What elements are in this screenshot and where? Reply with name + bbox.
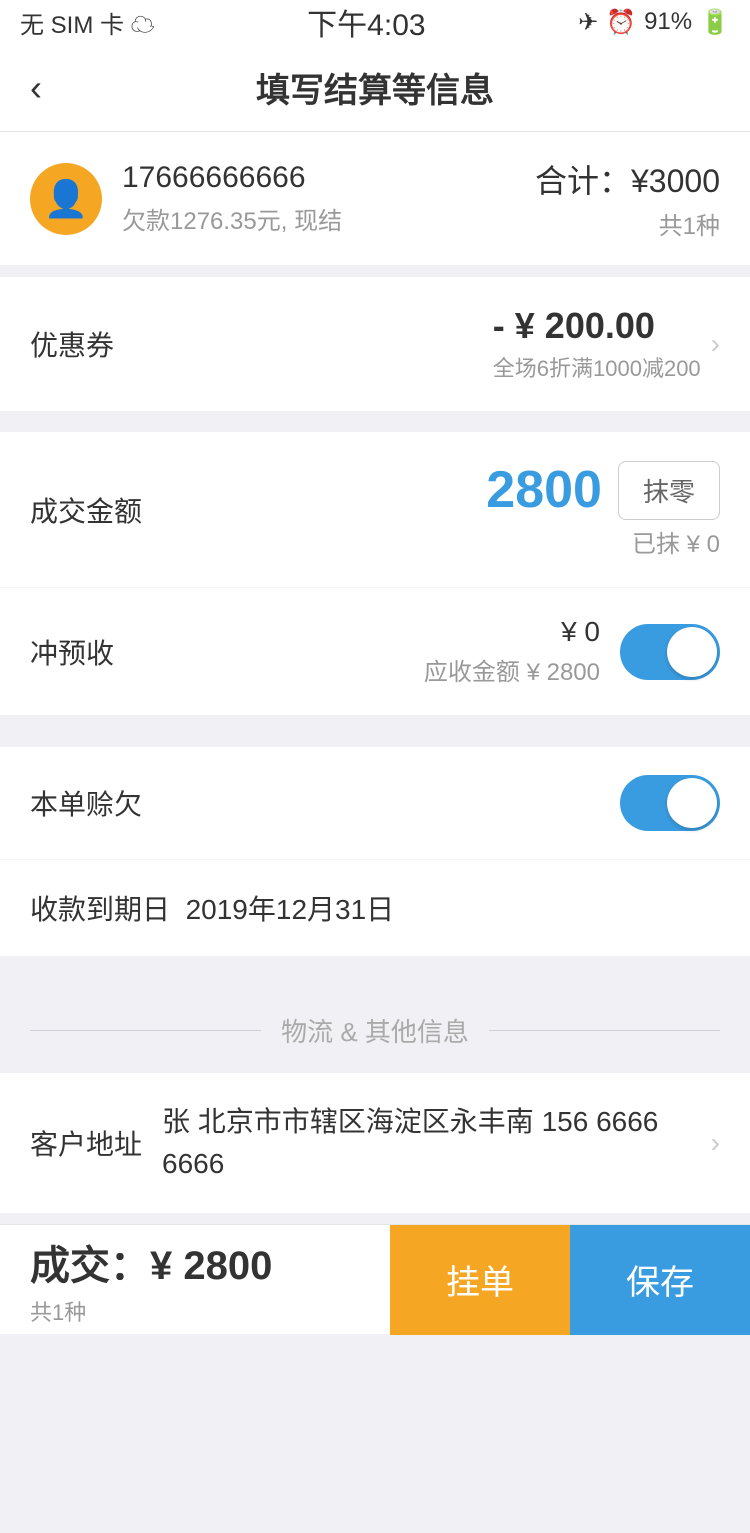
coupon-row[interactable]: 优惠券 - ¥ 200.00 全场6折满1000减200 › [0, 277, 750, 412]
footer-deal-label: 成交： [30, 1244, 150, 1288]
round-button[interactable]: 抹零 [618, 461, 720, 520]
due-date-row: 收款到期日 2019年12月31日 [0, 860, 750, 956]
battery-text: 91% [644, 8, 692, 36]
footer-summary: 成交：¥ 2800 共1种 [0, 1233, 390, 1327]
coupon-amount: - ¥ 200.00 [493, 305, 701, 347]
customer-card: 👤 17666666666 欠款1276.35元, 现结 合计：¥3000 共1… [0, 132, 750, 265]
credit-section: 本单赊欠 收款到期日 2019年12月31日 [0, 747, 750, 956]
deal-section: 成交金额 2800 抹零 已抹 ¥ 0 冲预收 ¥ 0 应收金额 ¥ 2800 [0, 432, 750, 715]
total-count: 共1种 [535, 206, 720, 241]
save-button[interactable]: 保存 [570, 1225, 750, 1335]
credit-toggle[interactable] [620, 775, 720, 831]
deal-amount-value: 2800 [486, 460, 602, 520]
customer-info: 17666666666 欠款1276.35元, 现结 [122, 161, 342, 236]
status-time: 下午4:03 [307, 0, 425, 44]
address-label: 客户地址 [30, 1123, 142, 1163]
page-title: 填写结算等信息 [256, 63, 494, 112]
due-date-label: 收款到期日 2019年12月31日 [30, 888, 394, 928]
footer-deal-value: ¥ 2800 [150, 1244, 272, 1288]
alarm-icon: ⏰ [606, 8, 636, 37]
status-right: ✈ ⏰ 91% 🔋 [578, 8, 730, 37]
deal-label: 成交金额 [30, 490, 142, 530]
address-chevron-icon: › [711, 1127, 720, 1159]
credit-debt-row: 本单赊欠 [0, 747, 750, 860]
charge-toggle[interactable] [620, 624, 720, 680]
credit-label: 本单赊欠 [30, 783, 142, 823]
address-content: 张 北京市市辖区海淀区永丰南 156 6666 6666 [162, 1101, 691, 1185]
deal-sub: 已抹 ¥ 0 [632, 524, 720, 559]
charge-sub: 应收金额 ¥ 2800 [424, 652, 600, 687]
coupon-right: - ¥ 200.00 全场6折满1000减200 › [493, 305, 720, 383]
customer-sub: 欠款1276.35元, 现结 [122, 201, 342, 236]
divider-line-left [30, 1030, 261, 1031]
bottom-footer: 成交：¥ 2800 共1种 挂单 保存 [0, 1224, 750, 1334]
footer-count: 共1种 [30, 1295, 360, 1327]
toggle-knob [667, 627, 717, 677]
avatar-icon: 👤 [44, 178, 89, 220]
customer-right: 合计：¥3000 共1种 [535, 156, 720, 241]
nav-bar: ‹ 填写结算等信息 [0, 44, 750, 132]
location-icon: ✈ [578, 8, 598, 37]
charge-label: 冲预收 [30, 632, 114, 672]
hold-button[interactable]: 挂单 [390, 1225, 570, 1335]
charge-right: ¥ 0 应收金额 ¥ 2800 [424, 616, 600, 687]
credit-toggle-knob [667, 778, 717, 828]
coupon-desc: 全场6折满1000减200 [493, 351, 701, 383]
back-button[interactable]: ‹ [30, 67, 42, 109]
customer-phone: 17666666666 [122, 161, 342, 195]
status-left: 无 SIM 卡 ☁ [20, 5, 155, 40]
address-row[interactable]: 客户地址 张 北京市市辖区海淀区永丰南 156 6666 6666 › [0, 1073, 750, 1213]
deal-amount-row: 成交金额 2800 抹零 已抹 ¥ 0 [0, 432, 750, 588]
battery-icon: 🔋 [700, 8, 730, 37]
section-divider-1 [0, 412, 750, 432]
section-divider-2 [0, 727, 750, 747]
avatar: 👤 [30, 163, 102, 235]
customer-left: 👤 17666666666 欠款1276.35元, 现结 [30, 161, 342, 236]
charge-amount: ¥ 0 [424, 616, 600, 648]
coupon-label: 优惠券 [30, 324, 114, 364]
status-bar: 无 SIM 卡 ☁ 下午4:03 ✈ ⏰ 91% 🔋 [0, 0, 750, 44]
coupon-chevron-icon: › [711, 328, 720, 360]
logistics-divider: 物流 & 其他信息 [0, 988, 750, 1073]
total-price: 合计：¥3000 [535, 156, 720, 202]
deal-value-container: 2800 抹零 [486, 460, 720, 520]
footer-deal: 成交：¥ 2800 [30, 1233, 360, 1291]
divider-line-right [489, 1030, 720, 1031]
no-sim-text: 无 SIM 卡 ☁ [20, 5, 155, 40]
logistics-label: 物流 & 其他信息 [281, 1012, 469, 1049]
section-divider-3 [0, 968, 750, 988]
charge-adv-row: 冲预收 ¥ 0 应收金额 ¥ 2800 [0, 588, 750, 715]
